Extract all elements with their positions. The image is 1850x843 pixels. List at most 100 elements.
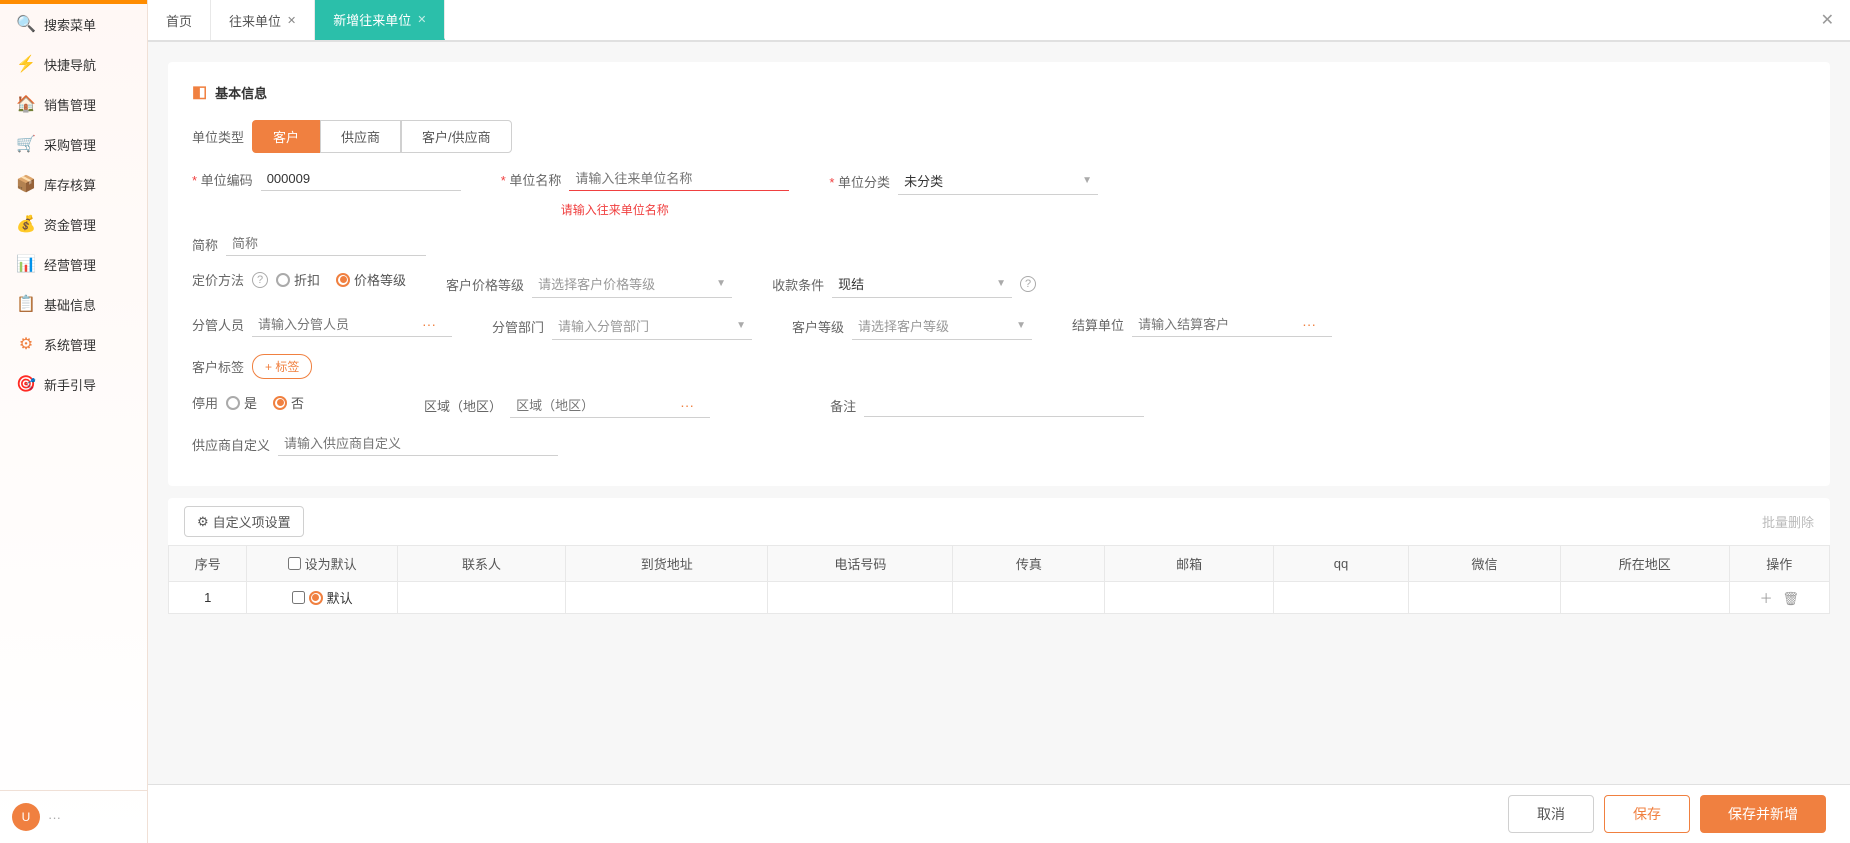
- short-name-input[interactable]: [226, 232, 426, 256]
- row-email-input[interactable]: [1149, 590, 1229, 605]
- tab-new-partner-close[interactable]: ✕: [417, 13, 426, 26]
- section-title-text: 基本信息: [215, 83, 267, 102]
- radio-discount[interactable]: 折扣: [276, 270, 320, 289]
- row-region-input[interactable]: [1605, 590, 1685, 605]
- tab-new-partner-label: 新增往来单位: [333, 10, 411, 29]
- col-region: 所在地区: [1560, 546, 1729, 582]
- region-ellipsis[interactable]: ···: [680, 397, 694, 413]
- pricing-row: 定价方法 ? 折扣 价格等级 客户价格等级: [192, 270, 1806, 298]
- remark-label: 备注: [830, 396, 856, 415]
- col-phone: 电话号码: [768, 546, 953, 582]
- customer-price-level-select[interactable]: 请选择客户价格等级 ▼: [532, 270, 732, 298]
- manager-input[interactable]: [258, 317, 418, 332]
- section-title: ◧ 基本信息: [192, 82, 1806, 102]
- tab-home[interactable]: 首页: [148, 0, 211, 40]
- unit-class-select[interactable]: 未分类 ▼: [898, 167, 1098, 195]
- tab-new-partner[interactable]: 新增往来单位 ✕: [315, 0, 445, 40]
- sidebar-item-finance[interactable]: 💰 资金管理: [0, 204, 147, 244]
- customer-level-select[interactable]: 请选择客户等级 ▼: [852, 312, 1032, 340]
- settlement-group: 结算单位 ···: [1072, 312, 1332, 337]
- footer-bar: 取消 保存 保存并新增: [148, 784, 1850, 843]
- col-default-checkbox[interactable]: [288, 557, 301, 570]
- sidebar-item-basics[interactable]: 📋 基础信息: [0, 284, 147, 324]
- sidebar-item-finance-label: 资金管理: [44, 215, 96, 234]
- batch-delete-button[interactable]: 批量删除: [1762, 512, 1814, 531]
- sidebar-item-operations-label: 经营管理: [44, 255, 96, 274]
- pricing-method-label: 定价方法: [192, 270, 244, 289]
- payment-terms-group: 收款条件 现结 ▼ ?: [772, 270, 1036, 298]
- col-fax: 传真: [953, 546, 1105, 582]
- row-contact-input[interactable]: [441, 590, 521, 605]
- add-tag-button[interactable]: + 标签: [252, 354, 312, 379]
- unit-name-input[interactable]: [569, 167, 789, 191]
- radio-disabled-yes-label: 是: [244, 393, 257, 412]
- save-new-button[interactable]: 保存并新增: [1700, 795, 1826, 833]
- table-row: 1 默认: [169, 582, 1830, 614]
- sidebar-item-quick-nav-label: 快捷导航: [44, 55, 96, 74]
- col-wechat: 微信: [1409, 546, 1561, 582]
- row-email: [1105, 582, 1274, 614]
- contact-table: 序号 设为默认 联系人 到货地址 电话号码 传真 邮箱 qq: [168, 545, 1830, 614]
- row-phone-input[interactable]: [815, 590, 905, 605]
- code-name-class-row: 单位编码 单位名称 请输入往来单位名称 单位分类 未分类 ▼: [192, 167, 1806, 218]
- cancel-button[interactable]: 取消: [1508, 795, 1594, 833]
- sidebar-item-search-label: 搜索菜单: [44, 15, 96, 34]
- avatar: U: [12, 803, 40, 831]
- row-contact: [397, 582, 566, 614]
- row-default-radio[interactable]: [309, 591, 323, 605]
- custom-settings-label: 自定义项设置: [213, 512, 291, 531]
- sidebar-item-guide[interactable]: 🎯 新手引导: [0, 364, 147, 404]
- custom-settings-button[interactable]: ⚙ 自定义项设置: [184, 506, 304, 537]
- payment-terms-help-icon[interactable]: ?: [1020, 276, 1036, 292]
- supplier-custom-input[interactable]: [278, 432, 558, 456]
- row-region: [1560, 582, 1729, 614]
- manager-row: 分管人员 ··· 分管部门 请输入分管部门 ▼ 客户等级: [192, 312, 1806, 340]
- settlement-input-wrap: ···: [1132, 312, 1332, 337]
- sidebar-item-purchase[interactable]: 🛒 采购管理: [0, 124, 147, 164]
- system-icon: ⚙: [16, 334, 36, 354]
- region-input[interactable]: [516, 398, 676, 413]
- save-button[interactable]: 保存: [1604, 795, 1690, 833]
- sidebar-item-inventory[interactable]: 📦 库存核算: [0, 164, 147, 204]
- dept-select[interactable]: 请输入分管部门 ▼: [552, 312, 752, 340]
- customer-level-placeholder: 请选择客户等级: [858, 316, 1012, 335]
- radio-price-level-circle: [336, 273, 350, 287]
- sidebar-item-quick-nav[interactable]: ⚡ 快捷导航: [0, 44, 147, 84]
- radio-discount-circle: [276, 273, 290, 287]
- pricing-help-icon[interactable]: ?: [252, 272, 268, 288]
- sidebar-item-sales[interactable]: 🏠 销售管理: [0, 84, 147, 124]
- row-add-button[interactable]: ＋: [1760, 591, 1773, 606]
- unit-class-arrow: ▼: [1082, 175, 1092, 186]
- sidebar-item-guide-label: 新手引导: [44, 375, 96, 394]
- tab-partners-close[interactable]: ✕: [287, 14, 296, 27]
- manager-ellipsis[interactable]: ···: [422, 316, 436, 332]
- radio-disabled-no[interactable]: 否: [273, 393, 304, 412]
- type-btn-both[interactable]: 客户/供应商: [401, 120, 512, 153]
- window-close-button[interactable]: ✕: [1805, 0, 1850, 40]
- customer-level-arrow: ▼: [1016, 320, 1026, 331]
- customer-price-level-arrow: ▼: [716, 278, 726, 289]
- tab-partners[interactable]: 往来单位 ✕: [211, 0, 315, 40]
- col-qq: qq: [1273, 546, 1408, 582]
- type-btn-supplier[interactable]: 供应商: [320, 120, 401, 153]
- row-qq-input[interactable]: [1311, 590, 1371, 605]
- settlement-input[interactable]: [1138, 317, 1298, 332]
- remark-input[interactable]: [864, 393, 1144, 417]
- settlement-ellipsis[interactable]: ···: [1302, 316, 1316, 332]
- type-btn-customer[interactable]: 客户: [252, 120, 320, 153]
- payment-terms-select[interactable]: 现结 ▼: [832, 270, 1012, 298]
- sidebar-item-search[interactable]: 🔍 搜索菜单: [0, 4, 147, 44]
- unit-code-input[interactable]: [261, 167, 461, 191]
- sidebar-item-system[interactable]: ⚙ 系统管理: [0, 324, 147, 364]
- row-wechat-input[interactable]: [1450, 590, 1520, 605]
- row-address-input[interactable]: [617, 590, 717, 605]
- radio-disabled-yes[interactable]: 是: [226, 393, 257, 412]
- tab-partners-label: 往来单位: [229, 11, 281, 30]
- sidebar-item-operations[interactable]: 📊 经营管理: [0, 244, 147, 284]
- row-fax-input[interactable]: [994, 590, 1064, 605]
- row-fax: [953, 582, 1105, 614]
- row-default-checkbox[interactable]: [292, 591, 305, 604]
- manager-input-wrap: ···: [252, 312, 452, 337]
- radio-price-level[interactable]: 价格等级: [336, 270, 406, 289]
- row-delete-button[interactable]: 🗑: [1782, 591, 1799, 606]
